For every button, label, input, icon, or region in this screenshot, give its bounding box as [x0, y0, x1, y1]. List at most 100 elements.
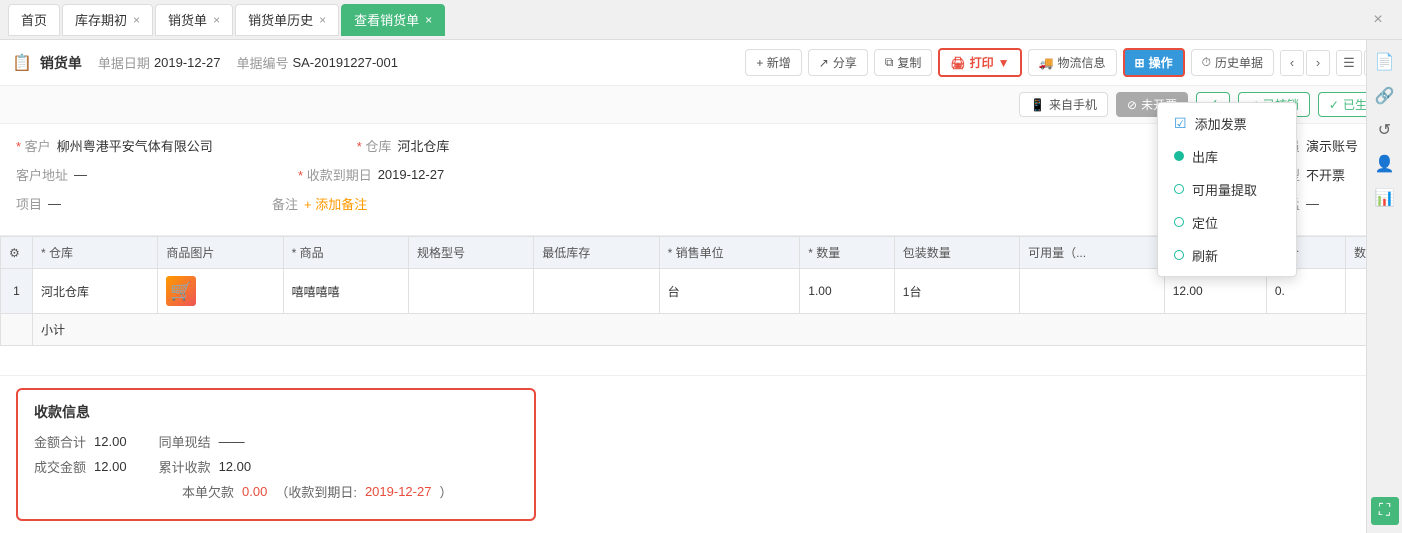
customer-value: 柳州粤港平安气体有限公司 — [57, 136, 213, 155]
invoice-label: 添加发票 — [1195, 114, 1247, 133]
close-all-button[interactable]: × — [1362, 4, 1394, 36]
new-button[interactable]: + 新增 — [745, 49, 801, 76]
row-index: 1 — [1, 269, 33, 314]
sidebar-icon-doc[interactable]: 📄 — [1371, 48, 1399, 76]
doc-number-value: SA-20191227-001 — [292, 55, 398, 70]
logistics-button[interactable]: 🚚 物流信息 — [1028, 49, 1117, 76]
dropdown-item-available[interactable]: 可用量提取 — [1158, 173, 1296, 206]
print-button[interactable]: 🖨 打印 ▼ — [938, 48, 1021, 77]
view-list[interactable]: ☰ — [1336, 50, 1362, 76]
operate-button[interactable]: ⊞ 操作 — [1123, 48, 1185, 77]
payment-date-value: 2019-12-27 — [378, 167, 458, 182]
tab-sales[interactable]: 销货单 × — [155, 4, 233, 36]
tab-sales-close[interactable]: × — [213, 13, 220, 27]
doc-type-icon: 📋 — [12, 53, 32, 73]
project-value: — — [48, 196, 128, 211]
logistics-icon: 🚚 — [1039, 56, 1054, 70]
tab-sales-history-close[interactable]: × — [319, 13, 326, 27]
product-image: 🛒 — [166, 276, 196, 306]
dropdown-item-locate[interactable]: 定位 — [1158, 206, 1296, 239]
debt-field: 本单欠款 0.00 （收款到期日: 2019-12-27 ） — [182, 482, 452, 501]
customer-label: 客户 — [16, 136, 51, 155]
note-add-button[interactable]: + 添加备注 — [304, 194, 367, 213]
tab-sales-history-label: 销货单历史 — [248, 10, 313, 29]
project-field: 项目 — — [16, 194, 128, 213]
doc-toolbar: 📋 销货单 单据日期 2019-12-27 单据编号 SA-20191227-0… — [0, 40, 1402, 86]
dropdown-item-outbound[interactable]: 出库 — [1158, 140, 1296, 173]
locate-radio-icon — [1174, 215, 1184, 230]
print-icon: 🖨 — [950, 56, 965, 70]
invoice-checkbox-icon: ☑ — [1174, 115, 1187, 132]
tab-home[interactable]: 首页 — [8, 4, 60, 36]
dropdown-item-refresh[interactable]: 刷新 — [1158, 239, 1296, 272]
receipt-row-3: 本单欠款 0.00 （收款到期日: 2019-12-27 ） — [34, 482, 518, 501]
available-radio-icon — [1174, 182, 1184, 197]
row-product: 嘻嘻嘻嘻 — [283, 269, 408, 314]
receipt-title: 收款信息 — [34, 402, 518, 422]
address-value: — — [74, 167, 154, 182]
note-label: 备注 — [272, 194, 298, 213]
from-phone-button[interactable]: 📱 来自手机 — [1019, 92, 1108, 117]
from-phone-label: 来自手机 — [1049, 96, 1097, 113]
receipt-row-1: 金额合计 12.00 同单现结 —— — [34, 432, 518, 451]
doc-type-title: 销货单 — [40, 53, 82, 73]
debt-value: 0.00 — [242, 484, 267, 499]
row-spec — [408, 269, 533, 314]
print-dropdown-icon: ▼ — [998, 56, 1010, 70]
nav-next[interactable]: › — [1306, 50, 1330, 76]
warehouse-value: 河北仓库 — [397, 136, 477, 155]
tab-sales-history[interactable]: 销货单历史 × — [235, 4, 339, 36]
sidebar-icon-chart[interactable]: 📊 — [1371, 184, 1399, 212]
col-min-stock: 最低库存 — [534, 237, 659, 269]
share-button[interactable]: ↗ 分享 — [808, 49, 868, 76]
operate-label: 操作 — [1149, 54, 1173, 71]
refresh-dot — [1174, 250, 1184, 260]
not-open-icon: ⊘ — [1127, 98, 1137, 112]
sidebar-icon-fullscreen[interactable]: ⛶ — [1371, 497, 1399, 525]
share-icon: ↗ — [819, 56, 829, 70]
tab-view-sales-label: 查看销货单 — [354, 10, 419, 29]
cumulative-field: 累计收款 12.00 — [159, 457, 252, 476]
col-image: 商品图片 — [158, 237, 283, 269]
subtotal-label-cell — [1, 314, 33, 346]
transaction-field: 成交金额 12.00 — [34, 457, 127, 476]
same-order-value: —— — [219, 434, 245, 449]
col-available: 可用量（... — [1020, 237, 1165, 269]
debt-note-end: ） — [439, 482, 452, 501]
sidebar-icon-link[interactable]: 🔗 — [1371, 82, 1399, 110]
copy-button[interactable]: ⧉ 复制 — [874, 49, 933, 76]
sidebar-icon-user[interactable]: 👤 — [1371, 150, 1399, 178]
share-label: 分享 — [833, 54, 857, 71]
doc-number-field: 单据编号 SA-20191227-001 — [236, 53, 398, 72]
sidebar-icon-refresh[interactable]: ↺ — [1371, 116, 1399, 144]
row-image: 🛒 — [158, 269, 283, 314]
tab-view-sales-close[interactable]: × — [425, 13, 432, 27]
nav-arrows: ‹ › — [1280, 50, 1330, 76]
history-button[interactable]: ⏱ 历史单据 — [1191, 49, 1274, 76]
same-order-field: 同单现结 —— — [159, 432, 245, 451]
address-label: 客户地址 — [16, 165, 68, 184]
dropdown-item-invoice[interactable]: ☑ 添加发票 — [1158, 107, 1296, 140]
print-label: 打印 — [970, 54, 994, 71]
payment-date-label: 收款到期日 — [298, 165, 372, 184]
locate-dot — [1174, 217, 1184, 227]
receipt-box: 收款信息 金额合计 12.00 同单现结 —— 成交金额 12.00 累计收款 — [16, 388, 536, 521]
debt-date: 2019-12-27 — [365, 484, 432, 499]
row-min-stock — [534, 269, 659, 314]
col-warehouse: * 仓库 — [33, 237, 158, 269]
phone-icon: 📱 — [1030, 98, 1045, 112]
tab-view-sales[interactable]: 查看销货单 × — [341, 4, 445, 36]
doc-date-field: 单据日期 2019-12-27 — [98, 53, 221, 72]
address-field: 客户地址 — — [16, 165, 154, 184]
same-order-label: 同单现结 — [159, 432, 211, 451]
refresh-radio-icon — [1174, 248, 1184, 263]
col-quantity: * 数量 — [800, 237, 894, 269]
tab-inventory[interactable]: 库存期初 × — [62, 4, 153, 36]
debt-label: 本单欠款 — [182, 482, 234, 501]
toolbar-actions: + 新增 ↗ 分享 ⧉ 复制 🖨 打印 ▼ 🚚 物流信息 ⊞ 操作 — [745, 48, 1390, 77]
tab-inventory-close[interactable]: × — [133, 13, 140, 27]
total-value: 12.00 — [94, 434, 127, 449]
warehouse-field: 仓库 河北仓库 — [357, 136, 478, 155]
nav-prev[interactable]: ‹ — [1280, 50, 1304, 76]
refresh-label: 刷新 — [1192, 246, 1218, 265]
